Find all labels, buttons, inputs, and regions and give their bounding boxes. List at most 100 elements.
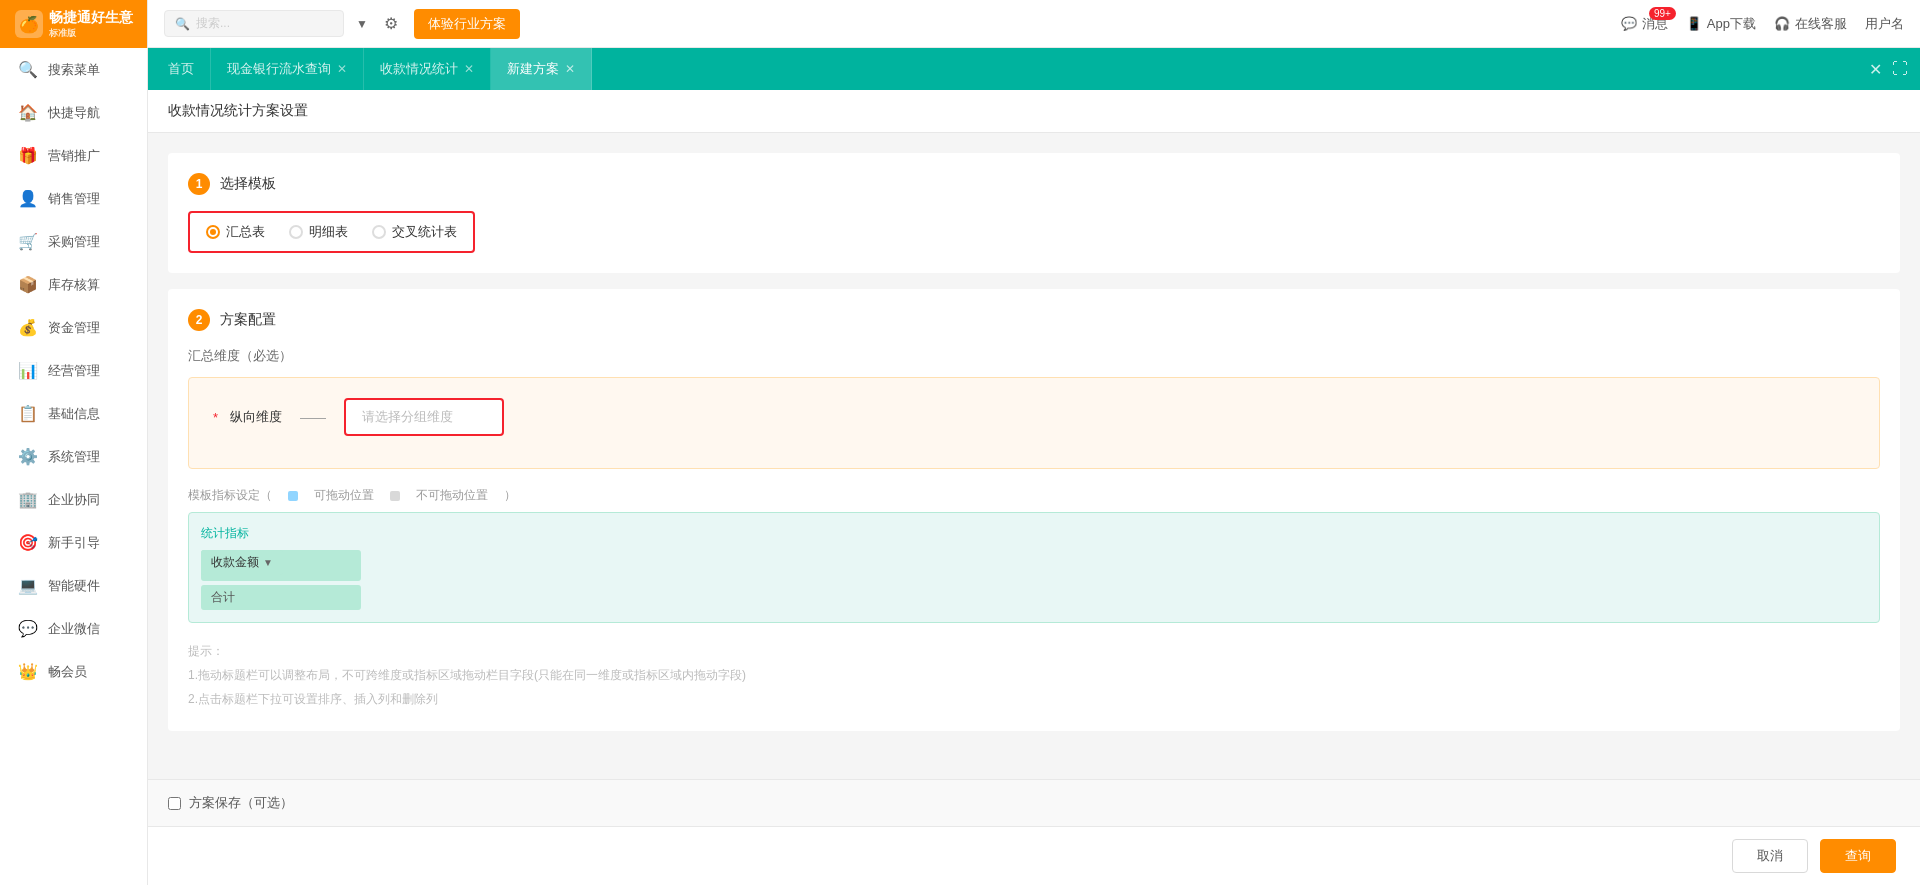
template-selector: 汇总表 明细表 交叉统计表	[188, 211, 475, 253]
industry-btn[interactable]: 体验行业方案	[414, 9, 520, 39]
step2-title: 方案配置	[220, 311, 276, 329]
tab-cashflow-close[interactable]: ✕	[337, 62, 347, 76]
sidebar: 🍊 畅捷通好生意 标准版 🔍 搜索菜单 🏠 快捷导航 🎁 营销推广 👤 销售管理…	[0, 0, 148, 885]
logo-badge: 标准版	[49, 27, 133, 40]
metrics-section: 模板指标设定（ 可拖动位置 不可拖动位置 ） 统计指标 收款金额	[188, 487, 1880, 623]
radio-detail-label: 明细表	[309, 223, 348, 241]
tabbar: 首页 现金银行流水查询 ✕ 收款情况统计 ✕ 新建方案 ✕ ✕ ⛶	[148, 48, 1920, 90]
sidebar-item-operation[interactable]: 📊 经营管理	[0, 349, 147, 392]
tab-collection-label: 收款情况统计	[380, 60, 458, 78]
tip-1: 1.拖动标题栏可以调整布局，不可跨维度或指标区域拖动栏目字段(只能在同一维度或指…	[188, 668, 746, 682]
main-area: 🔍 搜索... ▼ ⚙ 体验行业方案 💬 消息 99+ 📱 App下载 🎧 在线…	[148, 0, 1920, 885]
step2-num: 2	[188, 309, 210, 331]
sidebar-label-guide: 新手引导	[48, 534, 100, 552]
box-icon: 📦	[18, 275, 38, 294]
tab-collection[interactable]: 收款情况统计 ✕	[364, 48, 491, 90]
message-btn[interactable]: 💬 消息 99+	[1621, 15, 1668, 33]
topbar-search-icon: 🔍	[175, 17, 190, 31]
sidebar-label-basic: 基础信息	[48, 405, 100, 423]
step1-section: 1 选择模板 汇总表 明细表 交叉统计表	[168, 153, 1900, 273]
message-icon: 💬	[1621, 16, 1637, 31]
chart-icon: 📊	[18, 361, 38, 380]
sidebar-item-quick-nav[interactable]: 🏠 快捷导航	[0, 91, 147, 134]
money-icon: 💰	[18, 318, 38, 337]
save-option-label: 方案保存（可选）	[189, 794, 293, 812]
sidebar-item-search-menu[interactable]: 🔍 搜索菜单	[0, 48, 147, 91]
sidebar-item-inventory[interactable]: 📦 库存核算	[0, 263, 147, 306]
topbar-dropdown[interactable]: ▼	[356, 17, 368, 31]
metric-card-amount-label: 收款金额	[211, 554, 259, 571]
topbar-right: 💬 消息 99+ 📱 App下载 🎧 在线客服 用户名	[1621, 15, 1904, 33]
tab-new-scheme-label: 新建方案	[507, 60, 559, 78]
tabbar-expand-btn[interactable]: ⛶	[1892, 60, 1908, 78]
sidebar-item-hardware[interactable]: 💻 智能硬件	[0, 564, 147, 607]
headset-icon: 🎧	[1774, 16, 1790, 31]
sidebar-item-fund[interactable]: 💰 资金管理	[0, 306, 147, 349]
sidebar-item-wechat[interactable]: 💬 企业微信	[0, 607, 147, 650]
save-option: 方案保存（可选）	[148, 779, 1920, 826]
crown-icon: 👑	[18, 662, 38, 681]
download-btn[interactable]: 📱 App下载	[1686, 15, 1756, 33]
draggable-dot	[288, 491, 298, 501]
content-area: 收款情况统计方案设置 1 选择模板 汇总表 明细表	[148, 90, 1920, 885]
groupby-placeholder: 请选择分组维度	[362, 409, 453, 424]
tab-collection-close[interactable]: ✕	[464, 62, 474, 76]
download-icon: 📱	[1686, 16, 1702, 31]
metric-card-title: 统计指标	[201, 525, 1867, 542]
sidebar-item-purchase[interactable]: 🛒 采购管理	[0, 220, 147, 263]
legend-draggable-label: 可拖动位置	[314, 487, 374, 504]
topbar: 🔍 搜索... ▼ ⚙ 体验行业方案 💬 消息 99+ 📱 App下载 🎧 在线…	[148, 0, 1920, 48]
user-info[interactable]: 用户名	[1865, 15, 1904, 33]
step1-num: 1	[188, 173, 210, 195]
sidebar-item-sales[interactable]: 👤 销售管理	[0, 177, 147, 220]
sidebar-item-marketing[interactable]: 🎁 营销推广	[0, 134, 147, 177]
radio-detail[interactable]: 明细表	[289, 223, 348, 241]
sidebar-item-enterprise[interactable]: 🏢 企业协同	[0, 478, 147, 521]
metric-chevron-icon: ▼	[263, 557, 273, 568]
sidebar-label-hardware: 智能硬件	[48, 577, 100, 595]
cancel-button[interactable]: 取消	[1732, 839, 1808, 873]
tab-new-scheme-close[interactable]: ✕	[565, 62, 575, 76]
save-checkbox[interactable]	[168, 797, 181, 810]
topbar-search-placeholder: 搜索...	[196, 15, 230, 32]
groupby-selector[interactable]: 请选择分组维度	[344, 398, 504, 436]
tab-home-label: 首页	[168, 60, 194, 78]
topbar-gear-icon[interactable]: ⚙	[384, 14, 398, 33]
radio-summary[interactable]: 汇总表	[206, 223, 265, 241]
query-button[interactable]: 查询	[1820, 839, 1896, 873]
list-icon: 📋	[18, 404, 38, 423]
sidebar-label-system: 系统管理	[48, 448, 100, 466]
sidebar-label-purchase: 采购管理	[48, 233, 100, 251]
vertical-dim-label: 纵向维度	[230, 408, 282, 426]
tabbar-close-btn[interactable]: ✕	[1869, 60, 1882, 79]
metric-card-amount[interactable]: 收款金额 ▼	[201, 550, 283, 575]
page-title-bar: 收款情况统计方案设置	[148, 90, 1920, 133]
tips-area: 提示： 1.拖动标题栏可以调整布局，不可跨维度或指标区域拖动栏目字段(只能在同一…	[188, 639, 1880, 711]
user-icon: 👤	[18, 189, 38, 208]
radio-summary-circle	[206, 225, 220, 239]
tab-new-scheme[interactable]: 新建方案 ✕	[491, 48, 592, 90]
tabbar-actions: ✕ ⛶	[1869, 60, 1920, 79]
gift-icon: 🎁	[18, 146, 38, 165]
tab-cashflow[interactable]: 现金银行流水查询 ✕	[211, 48, 364, 90]
topbar-search[interactable]: 🔍 搜索...	[164, 10, 344, 37]
wechat-icon: 💬	[18, 619, 38, 638]
step1-title: 选择模板	[220, 175, 276, 193]
search-icon: 🔍	[18, 60, 38, 79]
legend-fixed-label: 不可拖动位置	[416, 487, 488, 504]
service-btn[interactable]: 🎧 在线客服	[1774, 15, 1847, 33]
message-badge: 99+	[1649, 7, 1676, 20]
radio-cross[interactable]: 交叉统计表	[372, 223, 457, 241]
sidebar-label-member: 畅会员	[48, 663, 87, 681]
required-mark: *	[213, 410, 218, 425]
sidebar-item-guide[interactable]: 🎯 新手引导	[0, 521, 147, 564]
form-area: 1 选择模板 汇总表 明细表 交叉统计表	[148, 133, 1920, 779]
sidebar-logo: 🍊 畅捷通好生意 标准版	[0, 0, 147, 48]
sidebar-item-system[interactable]: ⚙️ 系统管理	[0, 435, 147, 478]
sidebar-item-basic[interactable]: 📋 基础信息	[0, 392, 147, 435]
sidebar-item-member[interactable]: 👑 畅会员	[0, 650, 147, 693]
tips-title: 提示：	[188, 644, 224, 658]
sidebar-label-sales: 销售管理	[48, 190, 100, 208]
tab-home[interactable]: 首页	[148, 48, 211, 90]
row-field-vertical: * 纵向维度 —— 请选择分组维度	[213, 398, 1855, 436]
